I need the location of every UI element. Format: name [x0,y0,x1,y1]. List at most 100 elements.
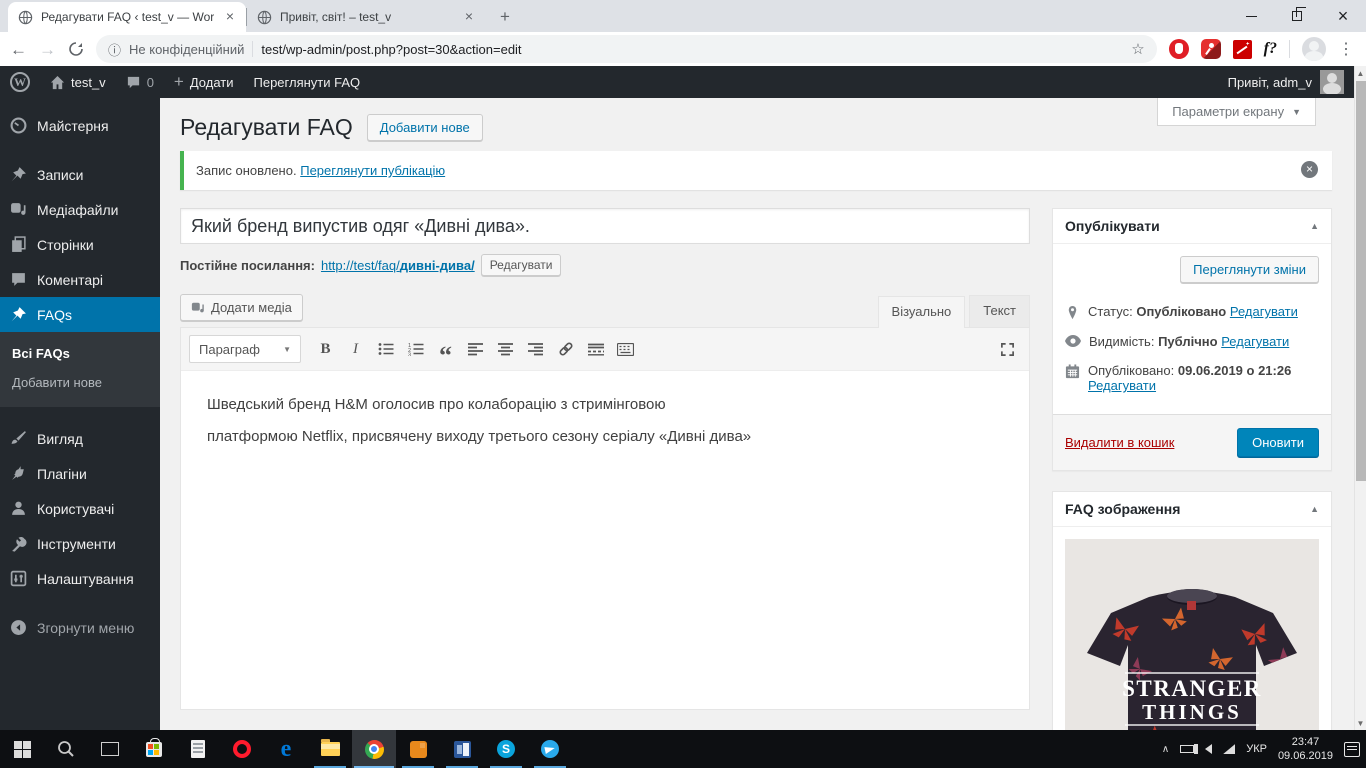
align-left-button[interactable] [462,337,489,362]
taskbar-file-explorer[interactable] [308,730,352,768]
bold-button[interactable]: B [312,337,339,362]
scrollbar-thumb[interactable] [1356,81,1366,481]
editor-content-area[interactable]: Шведський бренд H&M оголосив про колабор… [181,371,1029,709]
window-restore-button[interactable] [1274,0,1320,32]
edit-permalink-button[interactable]: Редагувати [480,254,562,276]
window-minimize-button[interactable] [1228,0,1274,32]
edit-visibility-link[interactable]: Редагувати [1221,334,1289,349]
scroll-up-icon[interactable]: ▲ [1355,66,1366,80]
reload-button[interactable] [68,41,84,57]
move-to-trash-link[interactable]: Видалити в кошик [1065,435,1174,450]
start-button[interactable] [0,730,44,768]
taskbar-edge[interactable]: e [264,730,308,768]
taskbar-telegram[interactable] [528,730,572,768]
numbered-list-button[interactable]: 123 [402,337,429,362]
sidebar-item-plugins[interactable]: Плагіни [0,456,160,491]
collapse-toggle-icon[interactable]: ▲ [1310,504,1319,514]
edit-status-link[interactable]: Редагувати [1230,304,1298,319]
update-button[interactable]: Оновити [1237,428,1319,457]
address-bar[interactable]: ⓘ Не конфіденційний test/wp-admin/post.p… [96,35,1157,63]
add-new-button[interactable]: Добавити нове [366,114,483,141]
sidebar-item-posts[interactable]: Записи [0,157,160,192]
tab-visual[interactable]: Візуально [877,296,966,328]
admin-bar-comments[interactable]: 0 [116,66,164,98]
new-tab-button[interactable]: + [491,4,519,32]
dismiss-notice-icon[interactable]: × [1301,161,1318,178]
taskbar-app-orange[interactable] [396,730,440,768]
italic-button[interactable]: I [342,337,369,362]
taskbar-opera[interactable] [220,730,264,768]
task-view-button[interactable] [88,730,132,768]
preview-changes-button[interactable]: Переглянути зміни [1180,256,1319,283]
fullscreen-button[interactable] [994,337,1021,362]
collapse-toggle-icon[interactable]: ▲ [1310,221,1319,231]
browser-tab-inactive[interactable]: Привіт, світ! – test_v × [247,2,485,32]
admin-bar-view-faq[interactable]: Переглянути FAQ [244,66,371,98]
browser-tab-active[interactable]: Редагувати FAQ ‹ test_v — Word × [8,2,246,32]
tab-text[interactable]: Текст [969,295,1030,327]
info-icon[interactable]: ⓘ [108,40,121,59]
back-button[interactable]: ← [10,41,27,58]
browser-menu-icon[interactable]: ⋮ [1338,39,1354,59]
view-post-link[interactable]: Переглянути публікацію [300,163,445,178]
admin-bar-site-name[interactable]: test_v [40,66,116,98]
bookmark-star-icon[interactable]: ☆ [1131,40,1144,58]
sidebar-item-settings[interactable]: Налаштування [0,561,160,596]
post-title-input[interactable] [180,208,1030,244]
taskbar-clock[interactable]: 23:47 09.06.2019 [1278,735,1333,764]
sidebar-item-pages[interactable]: Сторінки [0,227,160,262]
taskbar-chrome[interactable] [352,730,396,768]
align-center-button[interactable] [492,337,519,362]
pin-extension-icon[interactable] [1200,39,1221,59]
window-close-button[interactable]: × [1320,0,1366,32]
tab-close-icon[interactable]: × [222,9,238,25]
hidden-icons-caret[interactable]: ∧ [1162,744,1169,755]
read-more-button[interactable] [582,337,609,362]
fonts-extension-icon[interactable]: f? [1264,40,1277,58]
wp-logo-menu[interactable]: W [0,66,40,98]
language-indicator[interactable]: УКР [1246,743,1267,755]
align-right-button[interactable] [522,337,549,362]
edit-published-link[interactable]: Редагувати [1088,378,1156,393]
paragraph-format-select[interactable]: Параграф ▼ [189,335,301,363]
forward-button[interactable]: → [39,41,56,58]
toolbar-toggle-button[interactable] [612,337,639,362]
sidebar-item-media[interactable]: Медіафайли [0,192,160,227]
user-avatar[interactable] [1320,70,1344,94]
network-icon[interactable] [1223,744,1236,754]
taskbar-notepad[interactable] [176,730,220,768]
permalink-link[interactable]: http://test/faq/дивні-дива/ [321,258,475,273]
add-media-button[interactable]: Додати медіа [180,294,303,321]
page-scrollbar[interactable]: ▲ ▼ [1354,66,1366,730]
submenu-all-faqs[interactable]: Всі FAQs [0,339,160,368]
action-center-icon[interactable] [1344,741,1360,757]
faq-image-panel-header[interactable]: FAQ зображення ▲ [1053,492,1331,527]
taskbar-store[interactable] [132,730,176,768]
screen-options-button[interactable]: Параметри екрану ▼ [1157,98,1316,126]
taskbar-search-button[interactable] [44,730,88,768]
sidebar-item-comments[interactable]: Коментарі [0,262,160,297]
link-button[interactable] [552,337,579,362]
adblock-extension-icon[interactable] [1168,39,1189,59]
submenu-add-new[interactable]: Добавити нове [0,368,160,397]
taskbar-skype[interactable]: S [484,730,528,768]
battery-icon[interactable] [1180,745,1197,753]
featured-image[interactable]: STRANGER THINGS [1065,539,1319,730]
scroll-down-icon[interactable]: ▼ [1355,716,1366,730]
volume-icon[interactable] [1194,744,1213,754]
sidebar-item-dashboard[interactable]: Майстерня [0,108,160,143]
sidebar-item-tools[interactable]: Інструменти [0,526,160,561]
sidebar-item-faqs[interactable]: FAQs [0,297,160,332]
bullet-list-button[interactable] [372,337,399,362]
admin-bar-greeting[interactable]: Привіт, adm_v [1228,75,1312,90]
wand-extension-icon[interactable] [1232,39,1252,59]
browser-profile-avatar[interactable] [1302,37,1326,61]
tab-close-icon[interactable]: × [461,9,477,25]
sidebar-item-appearance[interactable]: Вигляд [0,421,160,456]
sidebar-collapse-menu[interactable]: Згорнути меню [0,610,160,645]
admin-bar-new[interactable]: + Додати [164,66,244,98]
sidebar-item-users[interactable]: Користувачі [0,491,160,526]
publish-panel-header[interactable]: Опублікувати ▲ [1053,209,1331,244]
taskbar-word[interactable] [440,730,484,768]
blockquote-button[interactable]: “ [432,337,459,369]
